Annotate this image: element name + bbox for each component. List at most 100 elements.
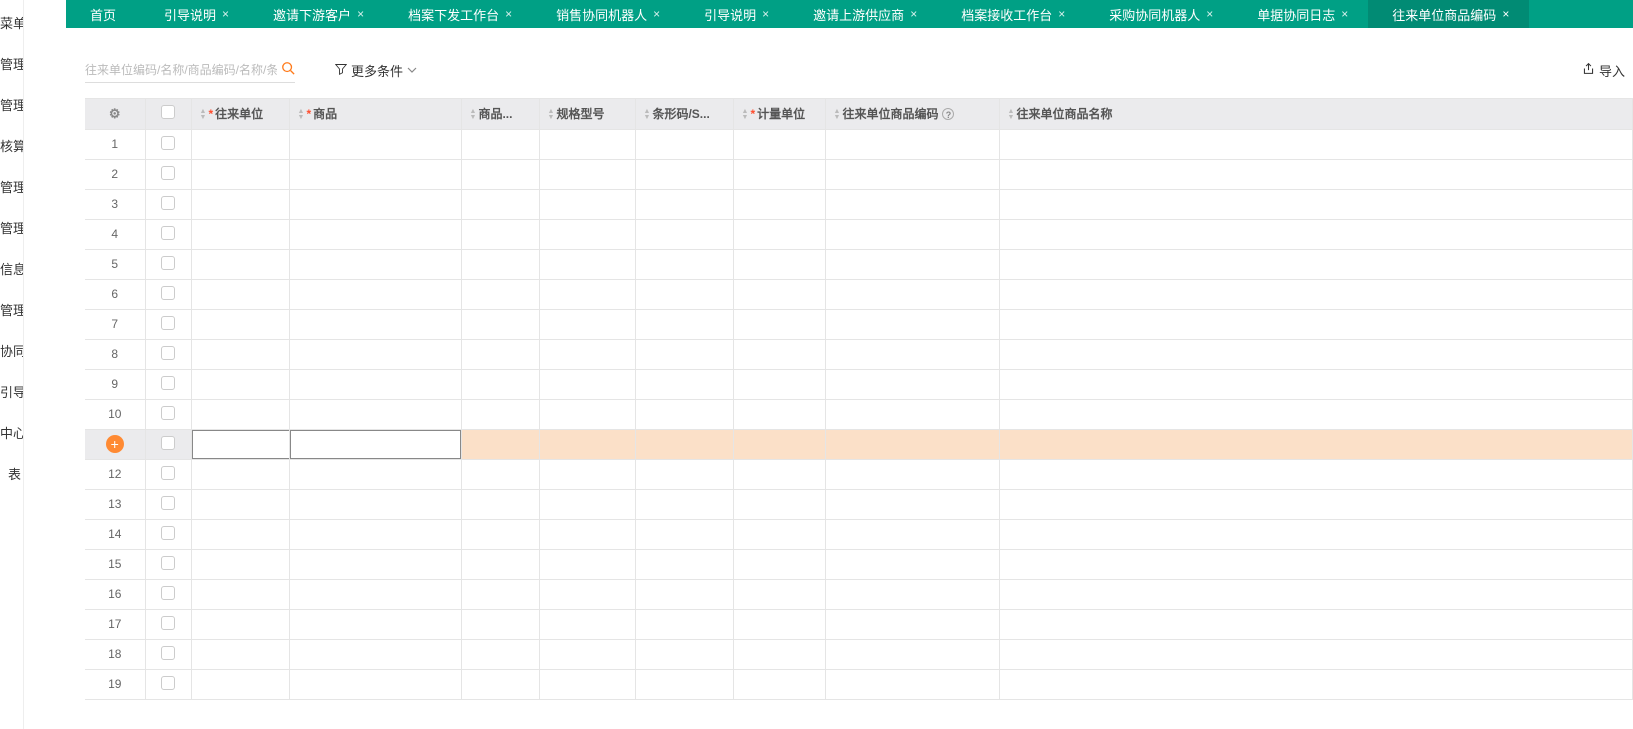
- close-icon[interactable]: ×: [762, 8, 769, 20]
- table-row[interactable]: 1: [85, 129, 1633, 159]
- tab[interactable]: 采购协同机器人×: [1085, 0, 1233, 28]
- cell-input-product[interactable]: [290, 430, 461, 459]
- row-checkbox[interactable]: [161, 196, 175, 210]
- cell-input-unit[interactable]: [192, 430, 289, 459]
- sidebar-item[interactable]: 管理: [0, 166, 23, 207]
- tab[interactable]: 引导说明×: [140, 0, 249, 28]
- gear-icon[interactable]: ⚙: [109, 106, 121, 121]
- column-header-barcode[interactable]: ▲▼条形码/S...: [635, 99, 733, 129]
- column-header-name[interactable]: ▲▼往来单位商品名称: [999, 99, 1633, 129]
- column-header-pnum[interactable]: ▲▼商品...: [461, 99, 539, 129]
- cell-chk[interactable]: [145, 429, 191, 459]
- more-filter-button[interactable]: 更多条件: [335, 61, 417, 80]
- cell-chk[interactable]: [145, 399, 191, 429]
- close-icon[interactable]: ×: [1206, 8, 1213, 20]
- table-row[interactable]: 19: [85, 669, 1633, 699]
- row-checkbox[interactable]: [161, 166, 175, 180]
- table-row[interactable]: 4: [85, 219, 1633, 249]
- cell-chk[interactable]: [145, 549, 191, 579]
- cell-chk[interactable]: [145, 369, 191, 399]
- table-row[interactable]: 7: [85, 309, 1633, 339]
- sidebar-item[interactable]: 管理: [0, 289, 23, 330]
- sidebar-item[interactable]: 管理: [0, 207, 23, 248]
- table-row[interactable]: 12: [85, 459, 1633, 489]
- cell-chk[interactable]: [145, 309, 191, 339]
- column-header-uom[interactable]: ▲▼*计量单位: [733, 99, 825, 129]
- help-icon[interactable]: ?: [942, 108, 954, 120]
- table-row[interactable]: 6: [85, 279, 1633, 309]
- cell-chk[interactable]: [145, 129, 191, 159]
- tab[interactable]: 往来单位商品编码×: [1368, 0, 1529, 28]
- row-checkbox[interactable]: [161, 286, 175, 300]
- cell-chk[interactable]: [145, 249, 191, 279]
- column-header-spec[interactable]: ▲▼规格型号: [539, 99, 635, 129]
- close-icon[interactable]: ×: [1058, 8, 1065, 20]
- cell-chk[interactable]: [145, 489, 191, 519]
- table-row[interactable]: 5: [85, 249, 1633, 279]
- row-checkbox[interactable]: [161, 556, 175, 570]
- cell-chk[interactable]: [145, 609, 191, 639]
- row-checkbox[interactable]: [161, 316, 175, 330]
- row-checkbox[interactable]: [161, 136, 175, 150]
- sidebar-item[interactable]: 引导: [0, 371, 23, 412]
- table-row[interactable]: 10: [85, 399, 1633, 429]
- sidebar-item[interactable]: 表: [0, 453, 23, 494]
- row-checkbox[interactable]: [161, 646, 175, 660]
- tab[interactable]: 档案下发工作台×: [384, 0, 532, 28]
- tab[interactable]: 单据协同日志×: [1233, 0, 1368, 28]
- row-checkbox[interactable]: [161, 346, 175, 360]
- close-icon[interactable]: ×: [1502, 8, 1509, 20]
- table-row[interactable]: 2: [85, 159, 1633, 189]
- sidebar-item[interactable]: 核算: [0, 125, 23, 166]
- row-checkbox[interactable]: [161, 616, 175, 630]
- table-row[interactable]: 13: [85, 489, 1633, 519]
- select-all-checkbox[interactable]: [161, 105, 175, 119]
- column-header-unit[interactable]: ▲▼*往来单位: [191, 99, 289, 129]
- row-checkbox[interactable]: [161, 586, 175, 600]
- column-header-code[interactable]: ▲▼往来单位商品编码?: [825, 99, 999, 129]
- table-row[interactable]: +: [85, 429, 1633, 459]
- row-checkbox[interactable]: [161, 676, 175, 690]
- cell-chk[interactable]: [145, 339, 191, 369]
- table-row[interactable]: 3: [85, 189, 1633, 219]
- cell-chk[interactable]: [145, 219, 191, 249]
- cell-chk[interactable]: [145, 159, 191, 189]
- table-row[interactable]: 9: [85, 369, 1633, 399]
- tab[interactable]: 邀请上游供应商×: [789, 0, 937, 28]
- sidebar-item[interactable]: 管理: [0, 84, 23, 125]
- add-row-button[interactable]: +: [106, 435, 124, 453]
- export-button[interactable]: 导入: [1582, 61, 1625, 80]
- sidebar-item[interactable]: 信息: [0, 248, 23, 289]
- row-checkbox[interactable]: [161, 256, 175, 270]
- row-checkbox[interactable]: [161, 436, 175, 450]
- sidebar-item[interactable]: 中心: [0, 412, 23, 453]
- cell-chk[interactable]: [145, 279, 191, 309]
- cell-chk[interactable]: [145, 669, 191, 699]
- search-icon[interactable]: [281, 61, 295, 78]
- tab[interactable]: 首页: [66, 0, 140, 28]
- sidebar-item[interactable]: 菜单: [0, 2, 23, 43]
- row-checkbox[interactable]: [161, 496, 175, 510]
- row-checkbox[interactable]: [161, 526, 175, 540]
- search-input[interactable]: [85, 63, 277, 77]
- cell-chk[interactable]: [145, 519, 191, 549]
- row-checkbox[interactable]: [161, 406, 175, 420]
- cell-chk[interactable]: [145, 579, 191, 609]
- table-row[interactable]: 16: [85, 579, 1633, 609]
- tab[interactable]: 邀请下游客户×: [249, 0, 384, 28]
- close-icon[interactable]: ×: [910, 8, 917, 20]
- table-row[interactable]: 18: [85, 639, 1633, 669]
- table-row[interactable]: 8: [85, 339, 1633, 369]
- close-icon[interactable]: ×: [357, 8, 364, 20]
- close-icon[interactable]: ×: [222, 8, 229, 20]
- row-checkbox[interactable]: [161, 466, 175, 480]
- table-row[interactable]: 17: [85, 609, 1633, 639]
- tab[interactable]: 引导说明×: [680, 0, 789, 28]
- sidebar-item[interactable]: 管理: [0, 43, 23, 84]
- cell-chk[interactable]: [145, 459, 191, 489]
- tab[interactable]: 档案接收工作台×: [937, 0, 1085, 28]
- sidebar-item[interactable]: 协同: [0, 330, 23, 371]
- cell-chk[interactable]: [145, 189, 191, 219]
- row-checkbox[interactable]: [161, 226, 175, 240]
- close-icon[interactable]: ×: [505, 8, 512, 20]
